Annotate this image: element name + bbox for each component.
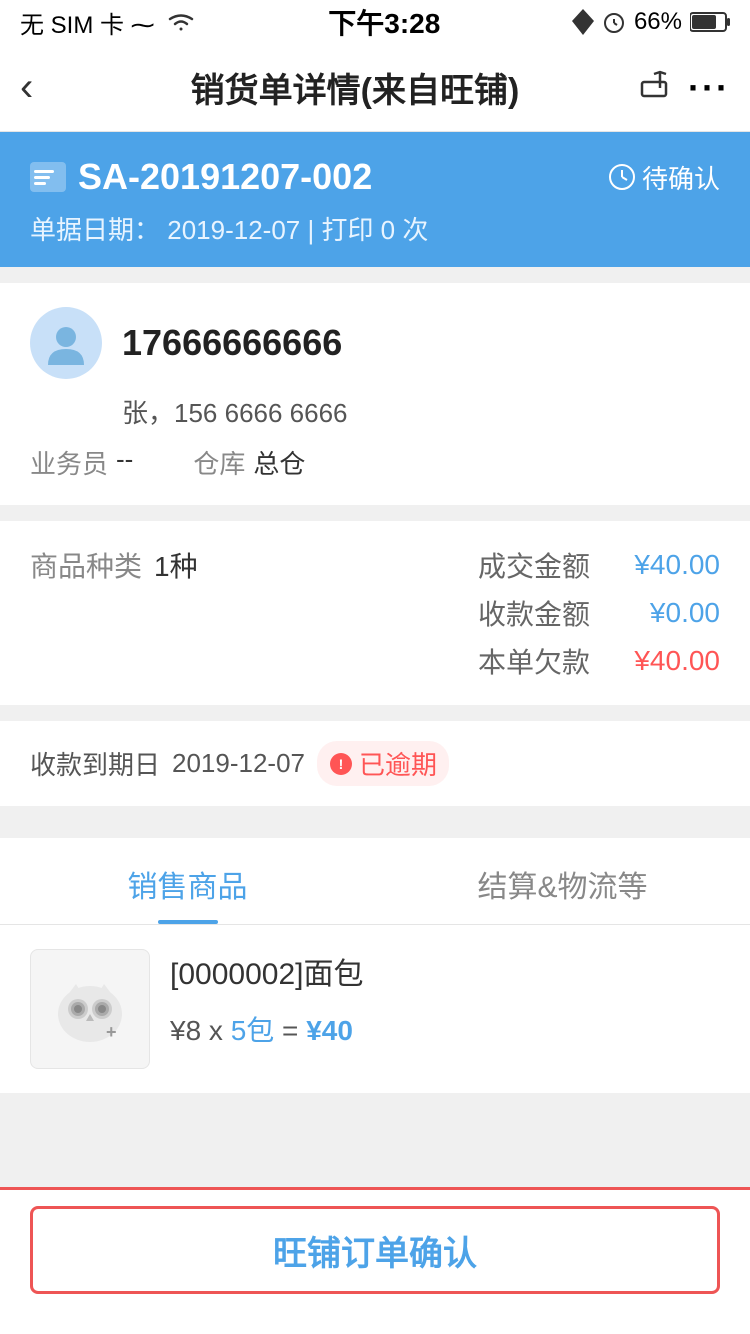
product-price: ¥8 x 5包 = ¥40 — [170, 1009, 720, 1049]
confirm-order-button[interactable]: 旺铺订单确认 — [30, 1206, 720, 1294]
equals-sign: = — [274, 1015, 306, 1046]
wifi-icon — [165, 11, 197, 33]
sales-label: 业务员 — [30, 444, 108, 481]
summary-section: 商品种类 1种 成交金额 ¥40.00 收款金额 ¥0.00 本单欠款 ¥40.… — [0, 521, 750, 705]
owl-logo-icon: + — [50, 974, 130, 1044]
bottom-action-bar: 旺铺订单确认 — [0, 1187, 750, 1334]
order-number: SA-20191207-002 — [78, 156, 372, 198]
overdue-text: 已逾期 — [359, 745, 437, 782]
divider-2 — [0, 806, 750, 822]
receipt-amount-value: ¥0.00 — [610, 597, 720, 629]
deal-amount-label: 成交金额 — [478, 545, 590, 585]
back-button[interactable]: ‹ — [20, 65, 80, 110]
divider-1 — [0, 505, 750, 521]
warehouse-value: 总仓 — [253, 444, 305, 481]
more-icon[interactable]: ··· — [688, 67, 730, 109]
customer-phone[interactable]: 17666666666 — [122, 322, 342, 364]
location-icon — [572, 9, 594, 35]
owed-amount-label: 本单欠款 — [478, 641, 590, 681]
tabs-section: 销售商品 结算&物流等 — [0, 838, 750, 1093]
status-right: 66% — [572, 8, 730, 36]
product-thumbnail: + — [30, 949, 150, 1069]
order-status: 待确认 — [608, 159, 720, 196]
page-title: 销货单详情(来自旺铺) — [191, 63, 520, 112]
customer-meta: 业务员 -- 仓库 总仓 — [30, 444, 720, 481]
warning-icon: ! — [329, 752, 353, 776]
clock-icon — [608, 163, 636, 191]
sim-status: 无 SIM 卡 ⁓ — [20, 5, 155, 40]
owed-amount-value: ¥40.00 — [610, 645, 720, 677]
amounts-block: 成交金额 ¥40.00 收款金额 ¥0.00 本单欠款 ¥40.00 — [478, 545, 720, 681]
product-qty: 5包 — [231, 1015, 275, 1046]
status-left: 无 SIM 卡 ⁓ — [20, 5, 197, 40]
deal-amount-value: ¥40.00 — [610, 549, 720, 581]
svg-text:+: + — [106, 1022, 117, 1042]
order-header: SA-20191207-002 待确认 单据日期： 2019-12-07 | 打… — [0, 132, 750, 267]
warehouse-label: 仓库 — [193, 444, 245, 481]
unit-price: ¥8 x — [170, 1015, 231, 1046]
tab-settlement[interactable]: 结算&物流等 — [375, 838, 750, 924]
status-bar: 无 SIM 卡 ⁓ 下午3:28 66% — [0, 0, 750, 44]
tab-sales-goods[interactable]: 销售商品 — [0, 838, 375, 924]
product-type-label: 商品种类 — [30, 545, 142, 585]
customer-section: 17666666666 张，156 6666 6666 业务员 -- 仓库 总仓 — [0, 283, 750, 505]
battery-icon — [690, 11, 730, 33]
due-date-section: 收款到期日 2019-12-07 ! 已逾期 — [0, 721, 750, 806]
receipt-amount-label: 收款金额 — [478, 593, 590, 633]
order-id-row: SA-20191207-002 — [30, 156, 372, 198]
battery-level: 66% — [634, 8, 682, 36]
current-time: 下午3:28 — [328, 2, 440, 42]
status-text: 待确认 — [642, 159, 720, 196]
order-date-row: 单据日期： 2019-12-07 | 打印 0 次 — [30, 210, 720, 247]
product-name: [0000002]面包 — [170, 949, 720, 993]
person-icon — [44, 321, 88, 365]
customer-avatar — [30, 307, 102, 379]
due-date-label: 收款到期日 — [30, 745, 160, 782]
svg-text:!: ! — [339, 756, 344, 772]
overdue-badge: ! 已逾期 — [317, 741, 449, 786]
tabs-bar: 销售商品 结算&物流等 — [0, 838, 750, 925]
nav-bar: ‹ 销货单详情(来自旺铺) ··· — [0, 44, 750, 132]
due-date-value: 2019-12-07 — [172, 748, 305, 779]
product-section: + [0000002]面包 ¥8 x 5包 = ¥40 — [0, 925, 750, 1093]
product-item: + [0000002]面包 ¥8 x 5包 = ¥40 — [30, 949, 720, 1069]
sales-value: -- — [116, 444, 133, 481]
nav-actions: ··· — [630, 67, 730, 109]
share-icon[interactable] — [640, 70, 668, 106]
product-total: ¥40 — [306, 1015, 353, 1046]
product-info: [0000002]面包 ¥8 x 5包 = ¥40 — [170, 949, 720, 1069]
product-type-value: 1种 — [154, 545, 198, 585]
alarm-icon — [602, 10, 626, 34]
order-type-icon — [30, 162, 66, 192]
customer-name-phone: 张，156 6666 6666 — [122, 393, 720, 430]
